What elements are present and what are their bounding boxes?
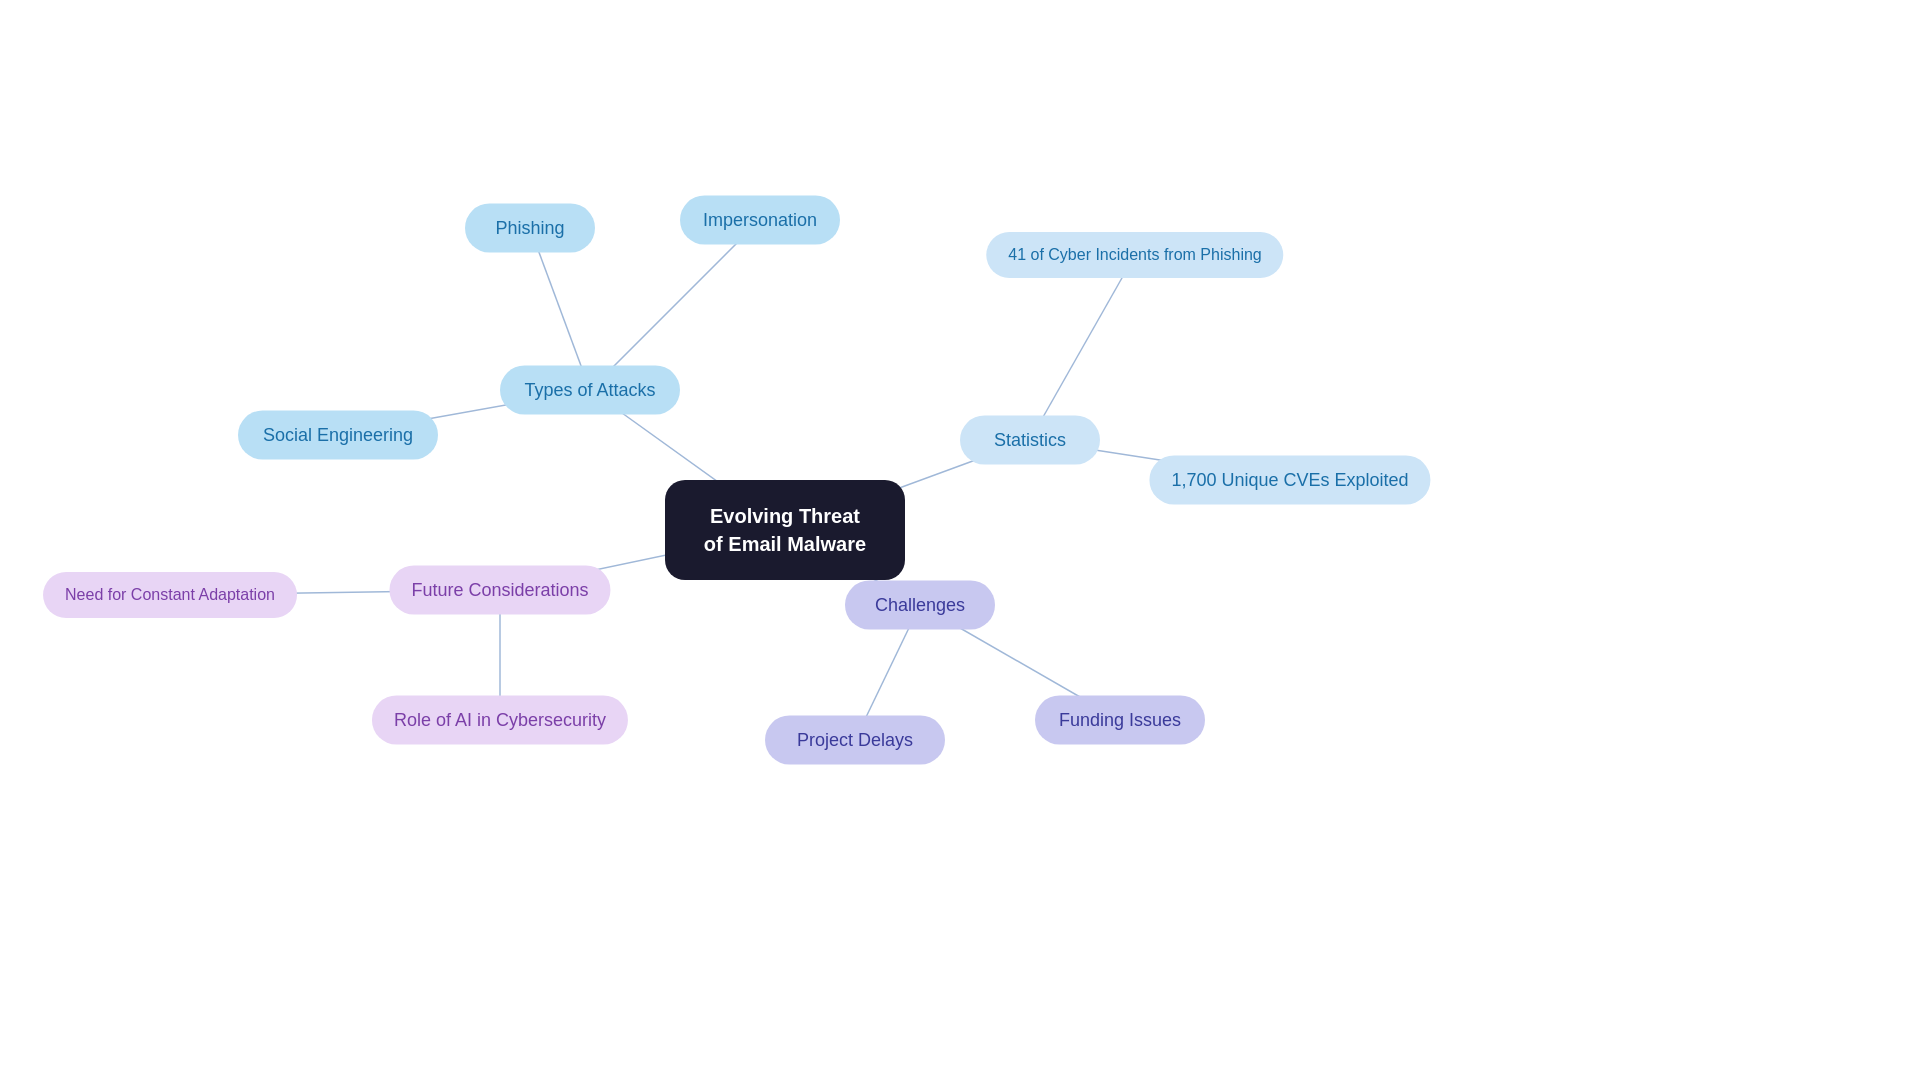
statistics-node: Statistics: [960, 416, 1100, 465]
funding-issues-node: Funding Issues: [1035, 696, 1205, 745]
impersonation-node: Impersonation: [680, 196, 840, 245]
impersonation-label: Impersonation: [703, 210, 817, 231]
mind-map: Evolving Threat of Email Malware Types o…: [0, 0, 1920, 1083]
need-adaptation-label: Need for Constant Adaptation: [65, 586, 275, 604]
challenges-label: Challenges: [875, 595, 965, 616]
phishing-node: Phishing: [465, 204, 595, 253]
svg-line-5: [1030, 255, 1135, 440]
svg-line-2: [590, 220, 760, 390]
role-of-ai-node: Role of AI in Cybersecurity: [372, 696, 628, 745]
need-adaptation-node: Need for Constant Adaptation: [43, 572, 297, 618]
project-delays-label: Project Delays: [797, 730, 913, 751]
statistics-label: Statistics: [994, 430, 1066, 451]
role-of-ai-label: Role of AI in Cybersecurity: [394, 710, 606, 731]
center-node: Evolving Threat of Email Malware: [665, 480, 905, 580]
cyber-incidents-label: 41 of Cyber Incidents from Phishing: [1008, 246, 1261, 264]
types-of-attacks-label: Types of Attacks: [524, 380, 655, 401]
funding-issues-label: Funding Issues: [1059, 710, 1181, 731]
unique-cves-label: 1,700 Unique CVEs Exploited: [1171, 470, 1408, 491]
center-label: Evolving Threat of Email Malware: [701, 502, 869, 558]
future-considerations-label: Future Considerations: [411, 580, 588, 601]
project-delays-node: Project Delays: [765, 716, 945, 765]
social-engineering-label: Social Engineering: [263, 425, 413, 446]
social-engineering-node: Social Engineering: [238, 411, 438, 460]
types-of-attacks-node: Types of Attacks: [500, 366, 680, 415]
future-considerations-node: Future Considerations: [389, 566, 610, 615]
connections-svg: [0, 0, 1920, 1083]
phishing-label: Phishing: [495, 218, 564, 239]
cyber-incidents-node: 41 of Cyber Incidents from Phishing: [986, 232, 1283, 278]
challenges-node: Challenges: [845, 581, 995, 630]
unique-cves-node: 1,700 Unique CVEs Exploited: [1149, 456, 1430, 505]
